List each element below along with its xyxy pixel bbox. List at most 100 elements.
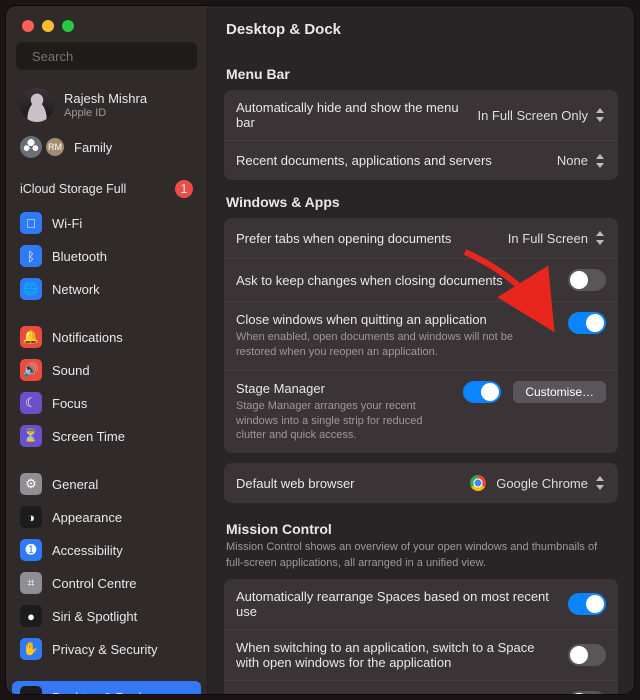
mission-card: Automatically rearrange Spaces based on … [224, 579, 618, 694]
close-windows-quit-toggle[interactable] [568, 312, 606, 334]
sidebar-item-notifications[interactable]: 🔔 Notifications [12, 321, 201, 353]
default-browser-popup[interactable]: Google Chrome [470, 475, 606, 491]
sidebar-item-label: Screen Time [52, 429, 125, 444]
row-label: Close windows when quitting an applicati… [236, 312, 556, 327]
sidebar-item-label: Notifications [52, 330, 123, 345]
section-mission-title: Mission Control [226, 521, 616, 537]
close-window[interactable] [22, 20, 34, 32]
sidebar-item-screen-time[interactable]: ⏳ Screen Time [12, 420, 201, 452]
search-input[interactable] [30, 48, 208, 65]
sound-icon: 🔊 [20, 359, 42, 381]
row-label: When switching to an application, switch… [236, 640, 556, 670]
mission-toggle-2[interactable] [568, 691, 606, 694]
sidebar-item-label: Bluetooth [52, 249, 107, 264]
user-name: Rajesh Mishra [64, 91, 147, 106]
stage-manager-row[interactable]: Stage Manager Stage Manager arranges you… [224, 370, 618, 454]
row-label: Stage Manager [236, 381, 451, 396]
mission-toggle-0[interactable] [568, 593, 606, 615]
sidebar-item-accessibility[interactable]: ➊ Accessibility [12, 534, 201, 566]
sidebar-item-label: Appearance [52, 510, 122, 525]
mission-row-2[interactable]: Group windows by application [224, 680, 618, 694]
sidebar-item-desktop-dock[interactable]: ▭Desktop & Dock [12, 681, 201, 694]
default-browser-row[interactable]: Default web browser Google Chrome [224, 463, 618, 503]
sidebar-item-label: Desktop & Dock [52, 690, 145, 695]
settings-window: Rajesh Mishra Apple ID RM Family iCloud … [6, 6, 634, 694]
sidebar-item-label: General [52, 477, 98, 492]
network-icon: 🌐 [20, 278, 42, 300]
sidebar-item-general[interactable]: ⚙ General [12, 468, 201, 500]
recents-popup[interactable]: None [557, 153, 606, 169]
appearance-icon: ◑ [20, 506, 42, 528]
prefer-tabs-row[interactable]: Prefer tabs when opening documents In Fu… [224, 218, 618, 258]
zoom-window[interactable] [62, 20, 74, 32]
recents-row[interactable]: Recent documents, applications and serve… [224, 140, 618, 180]
sidebar-item-label: Accessibility [52, 543, 123, 558]
close-windows-quit-row[interactable]: Close windows when quitting an applicati… [224, 301, 618, 370]
sidebar-item-privacy-security[interactable]: ✋ Privacy & Security [12, 633, 201, 665]
row-sub: Stage Manager arranges your recent windo… [236, 399, 451, 444]
chevron-updown-icon [594, 107, 606, 123]
chevron-updown-icon [594, 230, 606, 246]
row-label: Recent documents, applications and serve… [236, 153, 545, 168]
search-field[interactable] [16, 42, 197, 70]
sidebar: Rajesh Mishra Apple ID RM Family iCloud … [6, 6, 208, 694]
stage-manager-customise-button[interactable]: Customise… [513, 381, 606, 403]
privacy-icon: ✋ [20, 638, 42, 660]
family-initials: RM [46, 138, 64, 156]
chevron-updown-icon [594, 153, 606, 169]
sidebar-item-label: Sound [52, 363, 90, 378]
row-label: Ask to keep changes when closing documen… [236, 273, 556, 288]
ask-keep-changes-toggle[interactable] [568, 269, 606, 291]
row-label: Default web browser [236, 476, 458, 491]
menubar-autohide-popup[interactable]: In Full Screen Only [477, 107, 606, 123]
row-sub: When enabled, open documents and windows… [236, 330, 556, 360]
page-title: Desktop & Dock [208, 6, 634, 52]
focus-icon: ☾ [20, 392, 42, 414]
row-label: Prefer tabs when opening documents [236, 231, 496, 246]
sidebar-item-bluetooth[interactable]: ᛒ Bluetooth [12, 240, 201, 272]
sidebar-item-control-centre[interactable]: ⌗Control Centre [12, 567, 201, 599]
gear-icon: ⚙ [20, 473, 42, 495]
family-icon [20, 136, 42, 158]
siri-icon: ● [20, 605, 42, 627]
stage-manager-toggle[interactable] [463, 381, 501, 403]
ask-keep-changes-row[interactable]: Ask to keep changes when closing documen… [224, 258, 618, 301]
prefer-tabs-popup[interactable]: In Full Screen [508, 230, 606, 246]
mission-row-1[interactable]: When switching to an application, switch… [224, 629, 618, 680]
apple-id-row[interactable]: Rajesh Mishra Apple ID [6, 80, 207, 130]
screentime-icon: ⏳ [20, 425, 42, 447]
user-sub: Apple ID [64, 107, 147, 119]
sidebar-item-appearance[interactable]: ◑ Appearance [12, 501, 201, 533]
icloud-storage-row[interactable]: iCloud Storage Full 1 [6, 170, 207, 202]
browser-card: Default web browser Google Chrome [224, 463, 618, 503]
section-menubar-title: Menu Bar [226, 66, 616, 82]
windows-card: Prefer tabs when opening documents In Fu… [224, 218, 618, 453]
sidebar-nav: 􀙇Wi-Fi ᛒ Bluetooth 🌐 Network 🔔 Notifications 🔊 S… [6, 202, 207, 694]
menubar-autohide-row[interactable]: Automatically hide and show the menu bar… [224, 90, 618, 140]
sidebar-item-sound[interactable]: 🔊 Sound [12, 354, 201, 386]
sidebar-item-label: Siri & Spotlight [52, 609, 137, 624]
window-controls [22, 20, 74, 32]
menubar-card: Automatically hide and show the menu bar… [224, 90, 618, 180]
sidebar-item-label: Wi-Fi [52, 216, 82, 231]
sidebar-item-wi-fi[interactable]: 􀙇Wi-Fi [12, 207, 201, 239]
mission-row-0[interactable]: Automatically rearrange Spaces based on … [224, 579, 618, 629]
icloud-storage-label: iCloud Storage Full [20, 182, 126, 196]
chevron-updown-icon [594, 475, 606, 491]
sidebar-item-label: Privacy & Security [52, 642, 157, 657]
main-panel: Desktop & Dock Menu Bar Automatically hi… [208, 6, 634, 694]
bell-icon: 🔔 [20, 326, 42, 348]
family-row[interactable]: RM Family [6, 130, 207, 170]
sidebar-item-label: Control Centre [52, 576, 137, 591]
bluetooth-icon: ᛒ [20, 245, 42, 267]
content-scroll[interactable]: Menu Bar Automatically hide and show the… [208, 52, 634, 694]
sidebar-item-network[interactable]: 🌐 Network [12, 273, 201, 305]
sidebar-item-focus[interactable]: ☾Focus [12, 387, 201, 419]
minimize-window[interactable] [42, 20, 54, 32]
sidebar-item-siri-spotlight[interactable]: ● Siri & Spotlight [12, 600, 201, 632]
row-label: Automatically hide and show the menu bar [236, 100, 465, 130]
accessibility-icon: ➊ [20, 539, 42, 561]
section-mission-desc: Mission Control shows an overview of you… [226, 540, 616, 571]
mission-toggle-1[interactable] [568, 644, 606, 666]
sidebar-item-label: Network [52, 282, 100, 297]
